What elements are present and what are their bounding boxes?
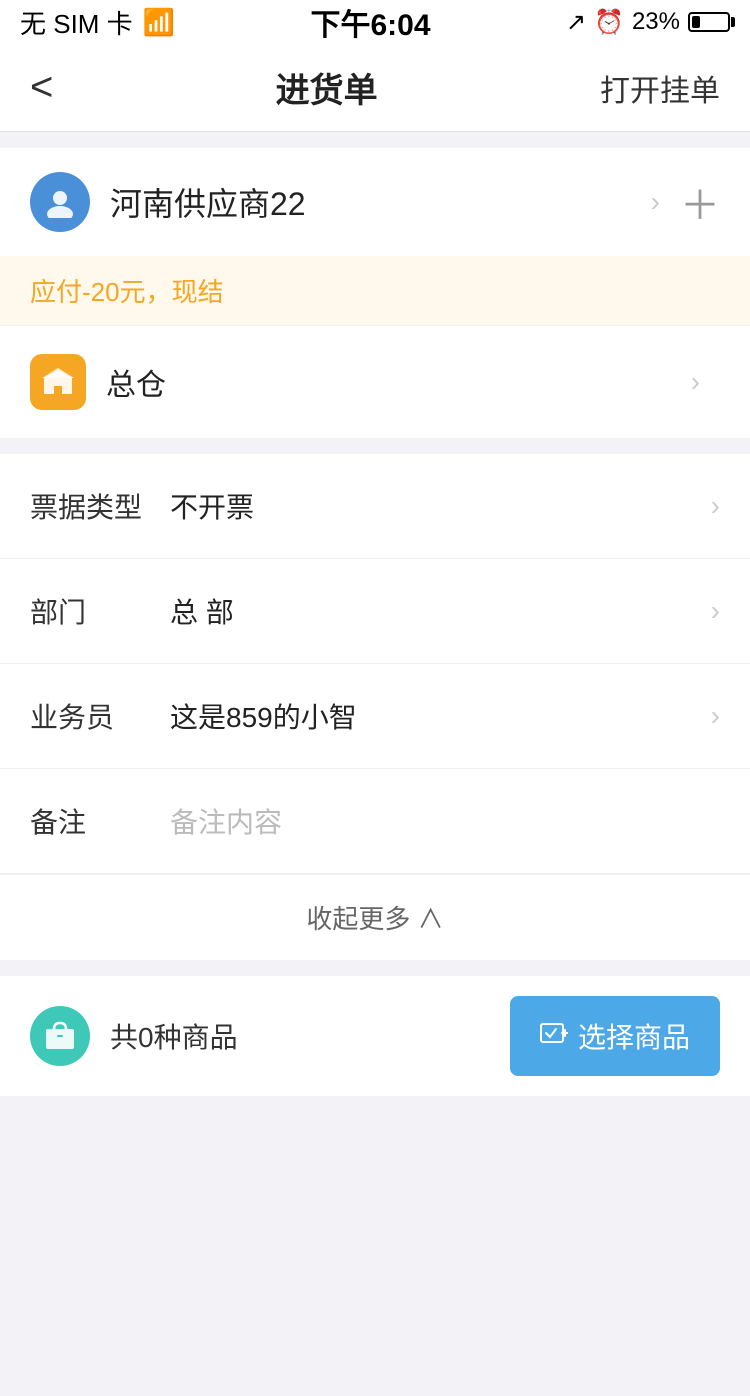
select-product-icon — [540, 1021, 568, 1052]
battery-icon — [688, 12, 730, 32]
supplier-avatar — [30, 172, 90, 232]
carrier-text: 无 SIM 卡 — [20, 4, 133, 41]
salesperson-label: 业务员 — [30, 696, 150, 736]
battery-percent: 23% — [632, 8, 680, 36]
ticket-type-row[interactable]: 票据类型 不开票 › — [0, 454, 750, 559]
warehouse-icon — [30, 354, 86, 410]
supplier-row: 河南供应商22 › ＋ — [0, 148, 750, 256]
page-title: 进货单 — [276, 63, 378, 112]
supplier-section: 河南供应商22 › ＋ 应付-20元，现结 总仓 › — [0, 148, 750, 438]
department-chevron-icon: › — [711, 595, 720, 627]
department-label: 部门 — [30, 591, 150, 631]
salesperson-row[interactable]: 业务员 这是859的小智 › — [0, 664, 750, 769]
department-value: 总 部 — [170, 591, 711, 631]
remarks-input[interactable]: 备注内容 — [170, 801, 720, 841]
department-row[interactable]: 部门 总 部 › — [0, 559, 750, 664]
collapse-label: 收起更多 ∧ — [306, 899, 443, 936]
nav-bar: < 进货单 打开挂单 — [0, 44, 750, 132]
salesperson-chevron-icon: › — [711, 700, 720, 732]
back-button[interactable]: < — [30, 65, 53, 110]
remarks-row[interactable]: 备注 备注内容 — [0, 769, 750, 874]
remarks-label: 备注 — [30, 801, 150, 841]
form-section: 票据类型 不开票 › 部门 总 部 › 业务员 这是859的小智 › 备注 备注… — [0, 454, 750, 960]
ticket-type-label: 票据类型 — [30, 486, 150, 526]
notice-banner: 应付-20元，现结 — [0, 256, 750, 325]
top-divider — [0, 132, 750, 148]
status-time: 下午6:04 — [310, 0, 430, 44]
bottom-bar: 共0种商品 选择商品 — [0, 976, 750, 1096]
supplier-name[interactable]: 河南供应商22 — [110, 179, 651, 225]
select-product-button[interactable]: 选择商品 — [510, 996, 720, 1076]
product-count: 共0种商品 — [110, 1016, 510, 1056]
notice-text: 应付-20元，现结 — [30, 277, 224, 307]
status-bar: 无 SIM 卡 📶 下午6:04 ↗ ⏰ 23% — [0, 0, 750, 44]
warehouse-name: 总仓 — [106, 360, 691, 404]
warehouse-chevron-icon: › — [691, 366, 700, 398]
status-right: ↗ ⏰ 23% — [566, 8, 730, 37]
supplier-chevron-icon: › — [651, 186, 660, 218]
wifi-icon: 📶 — [143, 7, 175, 38]
status-left: 无 SIM 卡 📶 — [20, 4, 175, 41]
ticket-type-chevron-icon: › — [711, 490, 720, 522]
product-icon — [30, 1006, 90, 1066]
collapse-button[interactable]: 收起更多 ∧ — [0, 874, 750, 960]
salesperson-value: 这是859的小智 — [170, 696, 711, 736]
alarm-icon: ⏰ — [594, 8, 624, 37]
gray-bottom-area — [0, 1096, 750, 1396]
location-icon: ↗ — [566, 8, 586, 37]
select-product-label: 选择商品 — [578, 1016, 690, 1056]
warehouse-row[interactable]: 总仓 › — [0, 325, 750, 438]
open-pending-button[interactable]: 打开挂单 — [600, 66, 720, 110]
add-button[interactable]: ＋ — [680, 173, 720, 231]
ticket-type-value: 不开票 — [170, 486, 711, 526]
